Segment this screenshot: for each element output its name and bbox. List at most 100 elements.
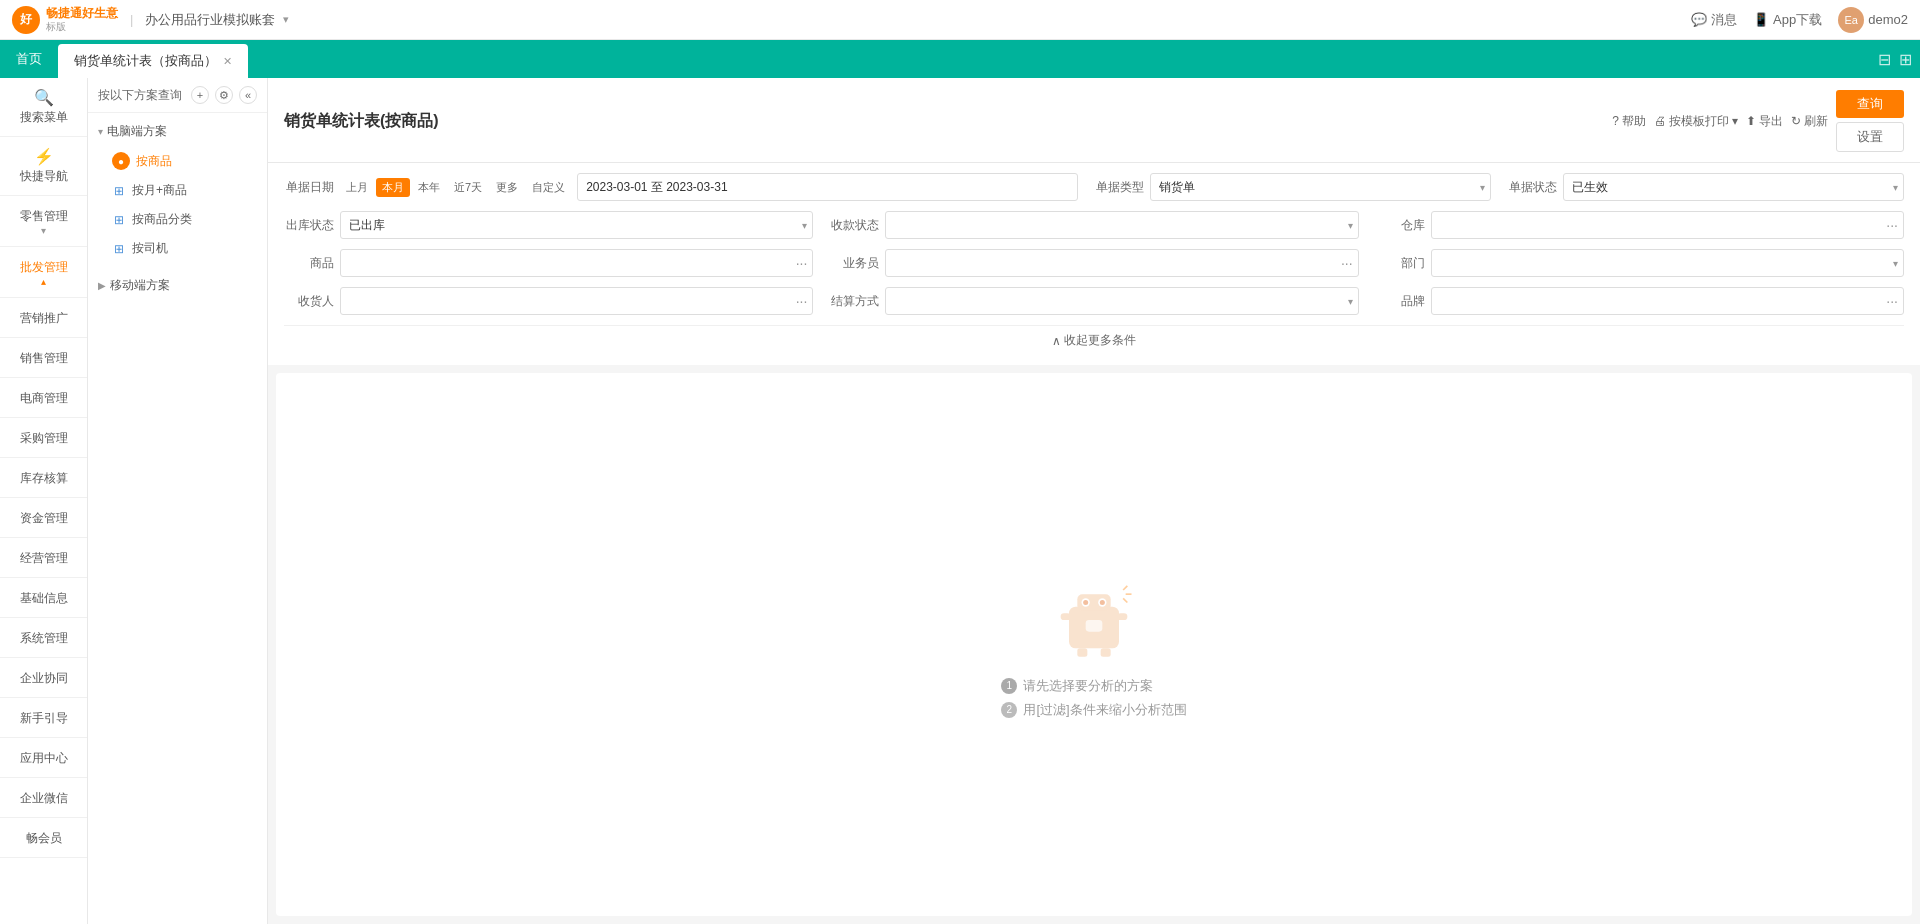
template-print-btn[interactable]: 🖨 按模板打印 ▾ xyxy=(1654,113,1738,130)
scheme-item-by-month-product[interactable]: ⊞ 按月+商品 xyxy=(88,176,267,205)
wholesale-expand-icon: ▴ xyxy=(4,276,83,287)
scheme-panel: 按以下方案查询 + ⚙ « ▾ 电脑端方案 ● 按商品 ⊞ xyxy=(88,78,268,924)
scheme-header-actions: + ⚙ « xyxy=(191,86,257,104)
phone-icon: 📱 xyxy=(1753,12,1769,27)
scheme-item-by-product[interactable]: ● 按商品 xyxy=(88,146,267,176)
doc-status-label: 单据状态 xyxy=(1507,179,1557,196)
logo-area: 好 畅捷通好生意 标版 xyxy=(12,6,118,34)
filter-brand: 品牌 ··· xyxy=(1375,287,1904,315)
sidebar-item-quick-nav[interactable]: ⚡ 快捷导航 xyxy=(0,137,87,196)
filter-doc-type: 单据类型 销货单 ▾ xyxy=(1094,173,1491,201)
sidebar-item-retail[interactable]: 零售管理 ▾ xyxy=(0,196,87,247)
settings-btn[interactable]: 设置 xyxy=(1836,122,1904,152)
sidebar-item-quick-nav-label: 快捷导航 xyxy=(4,168,83,185)
tab-home[interactable]: 首页 xyxy=(0,40,58,78)
scheme-group-desktop-header[interactable]: ▾ 电脑端方案 xyxy=(88,117,267,146)
recipient-input[interactable] xyxy=(340,287,813,315)
sidebar-item-inventory[interactable]: 库存核算 xyxy=(0,458,87,498)
retail-expand-icon: ▾ xyxy=(4,225,83,236)
tab-minimize-icon[interactable]: ⊟ xyxy=(1878,50,1891,69)
doc-status-control: 已生效 ▾ xyxy=(1563,173,1904,201)
sidebar-item-ops[interactable]: 经营管理 xyxy=(0,538,87,578)
sidebar-item-new-guide[interactable]: 新手引导 xyxy=(0,698,87,738)
date-more[interactable]: 更多 xyxy=(490,178,524,197)
settlement-input[interactable] xyxy=(885,287,1358,315)
app-subtitle: 标版 xyxy=(46,21,118,33)
scheme-item-by-category[interactable]: ⊞ 按商品分类 xyxy=(88,205,267,234)
doc-type-select[interactable]: 销货单 xyxy=(1150,173,1491,201)
brand-input[interactable] xyxy=(1431,287,1904,315)
date-this-year[interactable]: 本年 xyxy=(412,178,446,197)
scheme-add-btn[interactable]: + xyxy=(191,86,209,104)
scheme-group-mobile-header[interactable]: ▶ 移动端方案 xyxy=(88,271,267,300)
sidebar-item-ecommerce[interactable]: 电商管理 xyxy=(0,378,87,418)
tab-expand-icon[interactable]: ⊞ xyxy=(1899,50,1912,69)
filter-recipient: 收货人 ··· xyxy=(284,287,813,315)
message-btn[interactable]: 💬 消息 xyxy=(1691,11,1737,29)
date-7days[interactable]: 近7天 xyxy=(448,178,488,197)
help-btn[interactable]: ? 帮助 xyxy=(1612,113,1646,130)
tip-text-1: 请先选择要分析的方案 xyxy=(1023,677,1153,695)
app-download-btn[interactable]: 📱 App下载 xyxy=(1753,11,1822,29)
tab-sales-stats[interactable]: 销货单统计表（按商品） ✕ xyxy=(58,44,248,78)
filter-warehouse: 仓库 ··· xyxy=(1375,211,1904,239)
scheme-item-by-cashier[interactable]: ⊞ 按司机 xyxy=(88,234,267,263)
sidebar-item-sales-label: 销售管理 xyxy=(4,350,83,367)
date-custom[interactable]: 自定义 xyxy=(526,178,571,197)
date-quick-btns: 上月 本月 本年 近7天 更多 自定义 xyxy=(340,178,571,197)
sidebar-item-search-label: 搜索菜单 xyxy=(4,109,83,126)
sidebar-item-system[interactable]: 系统管理 xyxy=(0,618,87,658)
sidebar-item-sales[interactable]: 销售管理 xyxy=(0,338,87,378)
user-area[interactable]: Ea demo2 xyxy=(1838,7,1908,33)
industry-selector[interactable]: 办公用品行业模拟账套 xyxy=(145,11,275,29)
dept-input[interactable] xyxy=(1431,249,1904,277)
date-this-month[interactable]: 本月 xyxy=(376,178,410,197)
collapse-btn[interactable]: ∧ 收起更多条件 xyxy=(1052,332,1136,349)
page-title: 销货单统计表(按商品) xyxy=(284,111,439,132)
scheme-collapse-btn[interactable]: « xyxy=(239,86,257,104)
mobile-group-arrow: ▶ xyxy=(98,280,106,291)
product-label: 商品 xyxy=(284,255,334,272)
sidebar-item-marketing[interactable]: 营销推广 xyxy=(0,298,87,338)
sidebar-item-enterprise-wechat[interactable]: 企业微信 xyxy=(0,778,87,818)
dropdown-icon[interactable]: ▾ xyxy=(283,13,289,26)
sidebar-item-search-menu[interactable]: 🔍 搜索菜单 xyxy=(0,78,87,137)
sidebar-item-enterprise-collab[interactable]: 企业协同 xyxy=(0,658,87,698)
empty-state: 1 请先选择要分析的方案 2 用[过滤]条件来缩小分析范围 xyxy=(276,373,1912,916)
sidebar-item-purchase[interactable]: 采购管理 xyxy=(0,418,87,458)
out-status-control: 已出库 ▾ xyxy=(340,211,813,239)
product-input[interactable] xyxy=(340,249,813,277)
export-btn[interactable]: ⬆ 导出 xyxy=(1746,113,1783,130)
message-label: 消息 xyxy=(1711,11,1737,29)
payment-status-input[interactable] xyxy=(885,211,1358,239)
sidebar-item-basic-info[interactable]: 基础信息 xyxy=(0,578,87,618)
sidebar-item-finance-label: 资金管理 xyxy=(4,510,83,527)
sidebar-item-app-center[interactable]: 应用中心 xyxy=(0,738,87,778)
query-actions: 查询 设置 xyxy=(1836,90,1904,152)
scheme-title: 按以下方案查询 xyxy=(98,87,182,104)
sidebar-item-finance[interactable]: 资金管理 xyxy=(0,498,87,538)
topbar: 好 畅捷通好生意 标版 | 办公用品行业模拟账套 ▾ 💬 消息 📱 App下载 … xyxy=(0,0,1920,40)
collapse-icon: ∧ xyxy=(1052,334,1061,348)
query-btn[interactable]: 查询 xyxy=(1836,90,1904,118)
brand-control: ··· xyxy=(1431,287,1904,315)
sidebar-item-wholesale-label: 批发管理 xyxy=(4,259,83,276)
print-icon: 🖨 xyxy=(1654,114,1666,128)
date-range-input[interactable]: 2023-03-01 至 2023-03-31 xyxy=(577,173,1078,201)
empty-tip-1: 1 请先选择要分析的方案 xyxy=(1001,677,1186,695)
brand-label: 品牌 xyxy=(1375,293,1425,310)
out-status-select[interactable]: 已出库 xyxy=(340,211,813,239)
doc-status-select[interactable]: 已生效 xyxy=(1563,173,1904,201)
staff-input[interactable] xyxy=(885,249,1358,277)
date-last-month[interactable]: 上月 xyxy=(340,178,374,197)
sidebar-item-guide-label: 新手引导 xyxy=(4,710,83,727)
main-panel: 销货单统计表(按商品) ? 帮助 🖨 按模板打印 ▾ ⬆ xyxy=(268,78,1920,924)
tab-close-icon[interactable]: ✕ xyxy=(223,55,232,68)
scheme-settings-btn[interactable]: ⚙ xyxy=(215,86,233,104)
warehouse-input[interactable] xyxy=(1431,211,1904,239)
sidebar-item-member[interactable]: 畅会员 xyxy=(0,818,87,858)
refresh-btn[interactable]: ↻ 刷新 xyxy=(1791,113,1828,130)
collapse-row: ∧ 收起更多条件 xyxy=(284,325,1904,355)
sidebar-item-ecommerce-label: 电商管理 xyxy=(4,390,83,407)
sidebar-item-wholesale[interactable]: 批发管理 ▴ xyxy=(0,247,87,298)
